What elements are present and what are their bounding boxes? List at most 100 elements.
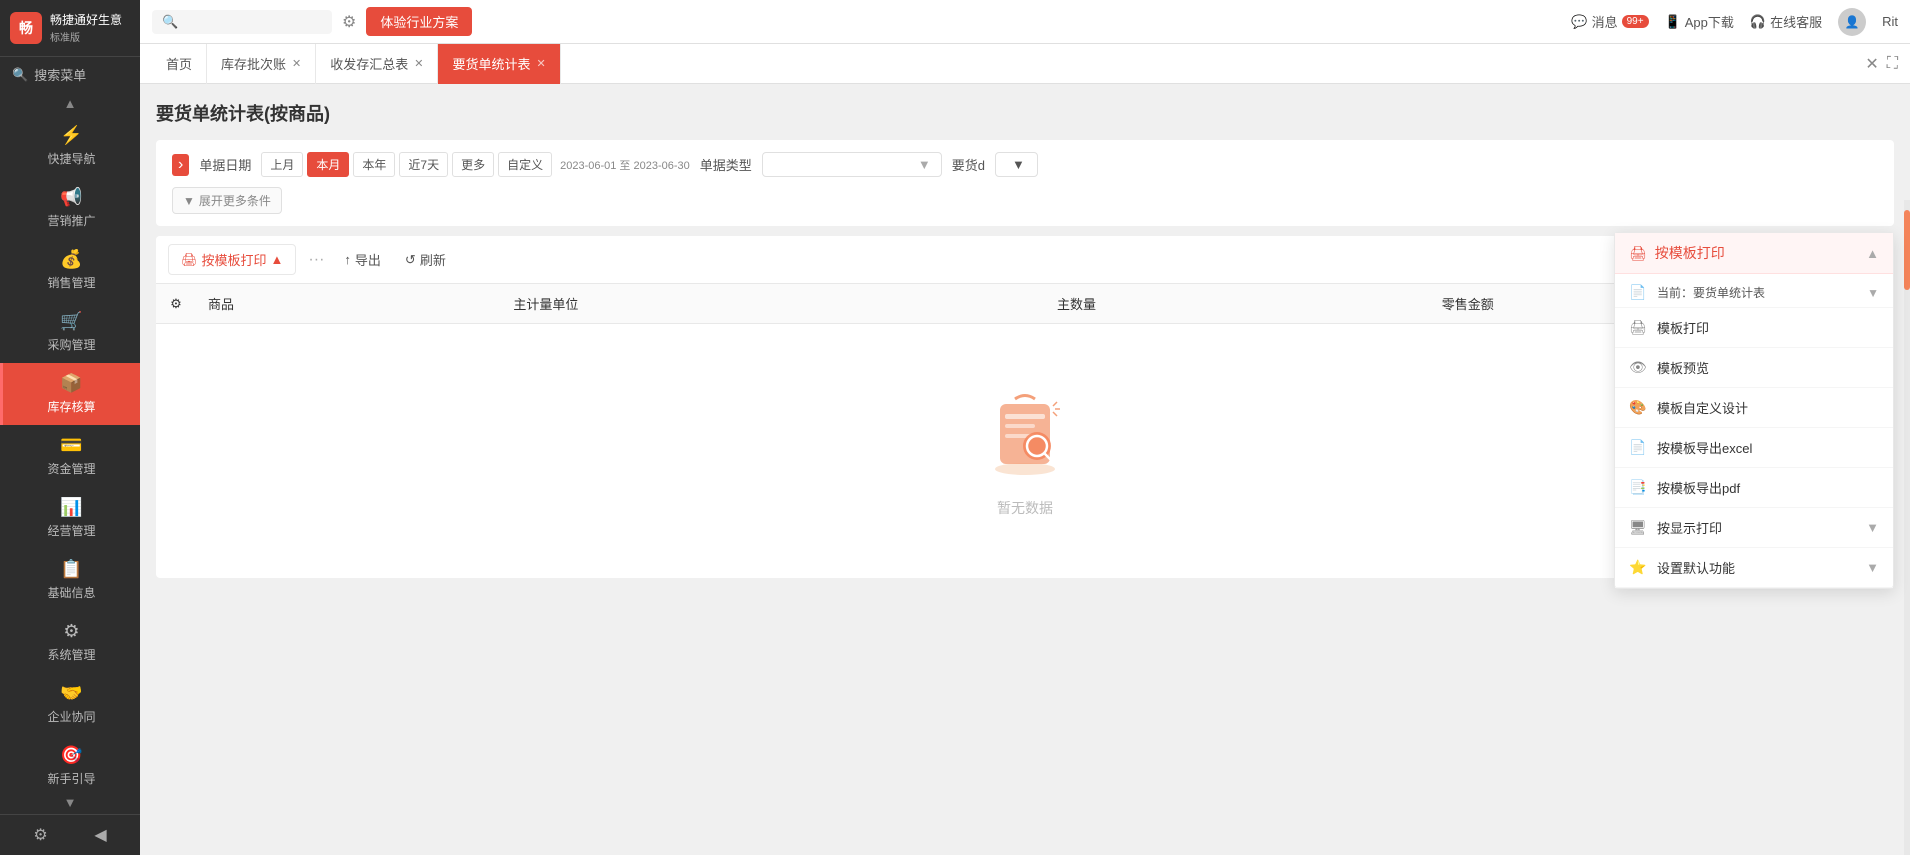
- sidebar-item-operations[interactable]: 📊 经营管理: [0, 487, 140, 549]
- tab-receipts-summary-close[interactable]: ✕: [414, 57, 423, 70]
- expand-more-btn[interactable]: ▼ 展开更多条件: [172, 187, 282, 214]
- headset-icon: 🎧: [1750, 14, 1766, 30]
- date-btn-7days[interactable]: 近7天: [399, 152, 448, 177]
- refresh-btn[interactable]: ↺ 刷新: [397, 245, 454, 274]
- sidebar-item-sales[interactable]: 💰 销售管理: [0, 239, 140, 301]
- display-print-arrow-icon: ▼: [1866, 520, 1879, 535]
- page-content: 要货单统计表(按商品) › 单据日期 上月 本月 本年 近7天 更多 自定义 2…: [140, 84, 1910, 855]
- col-unit: 主计量单位: [501, 284, 1045, 324]
- sidebar-item-marketing[interactable]: 📢 营销推广: [0, 177, 140, 239]
- tab-home[interactable]: 首页: [152, 44, 207, 84]
- expand-tab-icon[interactable]: ⛶: [1887, 55, 1898, 73]
- close-tab-icon[interactable]: ✕: [1865, 54, 1878, 74]
- yaohuotype-filter[interactable]: ▼: [995, 152, 1038, 177]
- tab-receipts-summary[interactable]: 收发存汇总表 ✕: [316, 44, 438, 84]
- tab-batch-accounts[interactable]: 库存批次账 ✕: [207, 44, 316, 84]
- app-version: 标准版: [50, 29, 122, 44]
- collapse-icon[interactable]: ◀: [94, 825, 106, 845]
- tab-batch-accounts-close[interactable]: ✕: [292, 57, 301, 70]
- scrollbar-thumb[interactable]: [1904, 210, 1910, 290]
- refresh-icon: ↺: [405, 252, 416, 268]
- current-template-icon: 📄: [1629, 284, 1647, 301]
- sidebar-item-guide[interactable]: 🎯 新手引导: [0, 735, 140, 791]
- dropdown-header-right: ▲: [1866, 246, 1879, 261]
- online-service-btn[interactable]: 🎧 在线客服: [1750, 12, 1822, 31]
- print-btn[interactable]: 🖨 按模板打印 ▲: [168, 244, 296, 275]
- app-download-btn[interactable]: 📱 App下载: [1665, 12, 1734, 31]
- dropdown-item-template-print[interactable]: 🖨 模板打印: [1615, 308, 1893, 348]
- template-design-icon: 🎨: [1629, 399, 1647, 416]
- user-name: Rit: [1882, 14, 1898, 29]
- sidebar-item-purchase[interactable]: 🛒 采购管理: [0, 301, 140, 363]
- tab-batch-accounts-label: 库存批次账: [221, 54, 286, 73]
- avatar[interactable]: 👤: [1838, 8, 1866, 36]
- search-input[interactable]: [184, 15, 314, 29]
- col-product: 商品: [196, 284, 501, 324]
- date-btn-last-month[interactable]: 上月: [261, 152, 303, 177]
- trial-btn[interactable]: 体验行业方案: [366, 7, 472, 36]
- dropdown-header-title: 🖨 按模板打印: [1629, 243, 1725, 263]
- topbar-search-box[interactable]: 🔍: [152, 10, 332, 34]
- messages-btn[interactable]: 💬 消息 99+: [1571, 12, 1648, 31]
- col-quantity: 主数量: [1045, 284, 1430, 324]
- chevron-up-icon[interactable]: ▲: [1866, 246, 1879, 261]
- dropdown-item-export-excel[interactable]: 📄 按模板导出excel: [1615, 428, 1893, 468]
- expand-icon[interactable]: ›: [172, 154, 189, 176]
- sidebar-item-inventory[interactable]: 📦 库存核算: [0, 363, 140, 425]
- dropdown-item-template-design[interactable]: 🎨 模板自定义设计: [1615, 388, 1893, 428]
- export-excel-icon: 📄: [1629, 439, 1647, 456]
- sidebar-footer: ⚙ ◀: [0, 814, 140, 855]
- sidebar-item-enterprise[interactable]: 🤝 企业协同: [0, 673, 140, 735]
- date-btn-more[interactable]: 更多: [452, 152, 494, 177]
- dropdown-item-template-preview[interactable]: 👁 模板预览: [1615, 348, 1893, 388]
- basic-icon: 📋: [60, 559, 82, 580]
- filter-row-expand: ▼ 展开更多条件: [172, 187, 1878, 214]
- date-btn-this-month[interactable]: 本月: [307, 152, 349, 177]
- message-icon: 💬: [1571, 14, 1587, 30]
- current-template-arrow: ▼: [1867, 286, 1879, 300]
- main-area: 🔍 ⚙ 体验行业方案 💬 消息 99+ 📱 App下载 🎧 在线客服 👤 Rit: [140, 0, 1910, 855]
- tab-order-stats[interactable]: 要货单统计表 ✕: [438, 44, 560, 84]
- date-nav: 上月 本月 本年 近7天 更多 自定义 2023-06-01 至 2023-06…: [261, 152, 689, 177]
- date-btn-this-year[interactable]: 本年: [353, 152, 395, 177]
- date-btn-custom[interactable]: 自定义: [498, 152, 552, 177]
- dropdown-item-set-default[interactable]: ⭐ 设置默认功能 ▼: [1615, 548, 1893, 588]
- search-icon: 🔍: [12, 67, 28, 83]
- export-btn[interactable]: ↑ 导出: [336, 245, 389, 274]
- tab-order-stats-close[interactable]: ✕: [537, 57, 546, 70]
- yaohuotype-label: 要货d: [952, 155, 985, 174]
- filter-bar: › 单据日期 上月 本月 本年 近7天 更多 自定义 2023-06-01 至 …: [156, 140, 1894, 226]
- sidebar-item-finance[interactable]: 💳 资金管理: [0, 425, 140, 487]
- marketing-icon: 📢: [60, 187, 82, 208]
- operations-icon: 📊: [60, 497, 82, 518]
- sidebar-scroll-down[interactable]: ▼: [0, 791, 140, 814]
- guide-icon: 🎯: [60, 745, 82, 766]
- sidebar-item-system[interactable]: ⚙ 系统管理: [0, 611, 140, 673]
- type-select[interactable]: ▼: [762, 152, 942, 177]
- dropdown-header: 🖨 按模板打印 ▲: [1615, 233, 1893, 274]
- messages-badge: 99+: [1622, 15, 1649, 28]
- select-arrow-icon: ▼: [918, 157, 931, 172]
- set-default-arrow-icon: ▼: [1866, 560, 1879, 575]
- settings-gear-icon[interactable]: ⚙: [342, 12, 356, 32]
- tab-home-label: 首页: [166, 54, 192, 73]
- sidebar-scroll-up[interactable]: ▲: [0, 92, 140, 115]
- settings-icon[interactable]: ⚙: [33, 825, 47, 845]
- col-settings[interactable]: ⚙: [156, 284, 196, 324]
- dropdown-item-export-pdf[interactable]: 📑 按模板导出pdf: [1615, 468, 1893, 508]
- sidebar-item-quick-nav[interactable]: ⚡ 快捷导航: [0, 115, 140, 177]
- tabbar: 首页 库存批次账 ✕ 收发存汇总表 ✕ 要货单统计表 ✕ ✕ ⛶: [140, 44, 1910, 84]
- tab-order-stats-label: 要货单统计表: [452, 54, 530, 73]
- sidebar-item-basic[interactable]: 📋 基础信息: [0, 549, 140, 611]
- type-filter-label: 单据类型: [700, 155, 752, 174]
- topbar: 🔍 ⚙ 体验行业方案 💬 消息 99+ 📱 App下载 🎧 在线客服 👤 Rit: [140, 0, 1910, 44]
- dots-menu-icon[interactable]: ···: [304, 247, 328, 273]
- tabbar-right: ✕ ⛶: [1865, 54, 1898, 74]
- page-title: 要货单统计表(按商品): [156, 100, 1894, 126]
- right-scrollbar[interactable]: [1904, 200, 1910, 855]
- sidebar-search[interactable]: 🔍 搜索菜单: [0, 57, 140, 92]
- empty-text: 暂无数据: [997, 498, 1053, 518]
- filter-expand-arrow[interactable]: ›: [172, 154, 189, 176]
- dropdown-item-display-print[interactable]: 🖥 按显示打印 ▼: [1615, 508, 1893, 548]
- purchase-icon: 🛒: [60, 311, 82, 332]
